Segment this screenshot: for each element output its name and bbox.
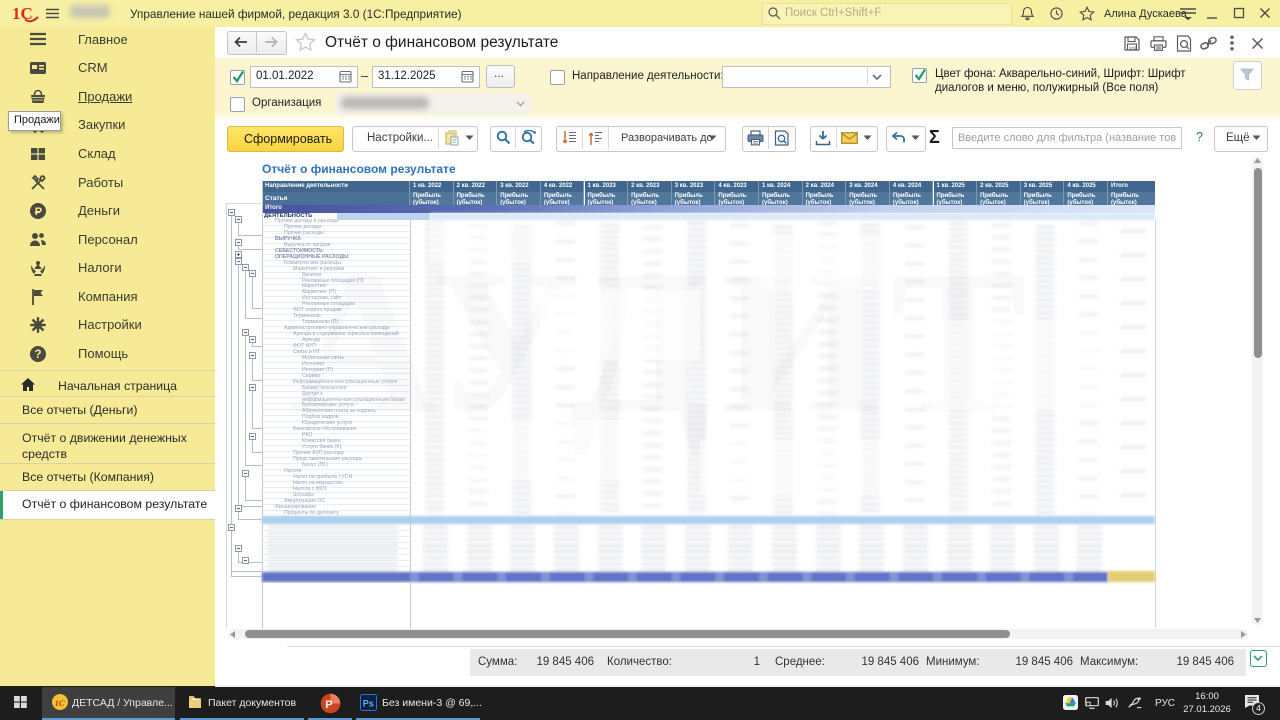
svg-text:Ps: Ps <box>363 698 374 708</box>
svg-text:1С: 1С <box>55 698 65 708</box>
svg-text:1С: 1С <box>12 4 33 23</box>
svg-text:P: P <box>325 699 332 711</box>
svg-text:?: ? <box>35 349 42 361</box>
svg-text:xml: xml <box>1129 45 1136 50</box>
